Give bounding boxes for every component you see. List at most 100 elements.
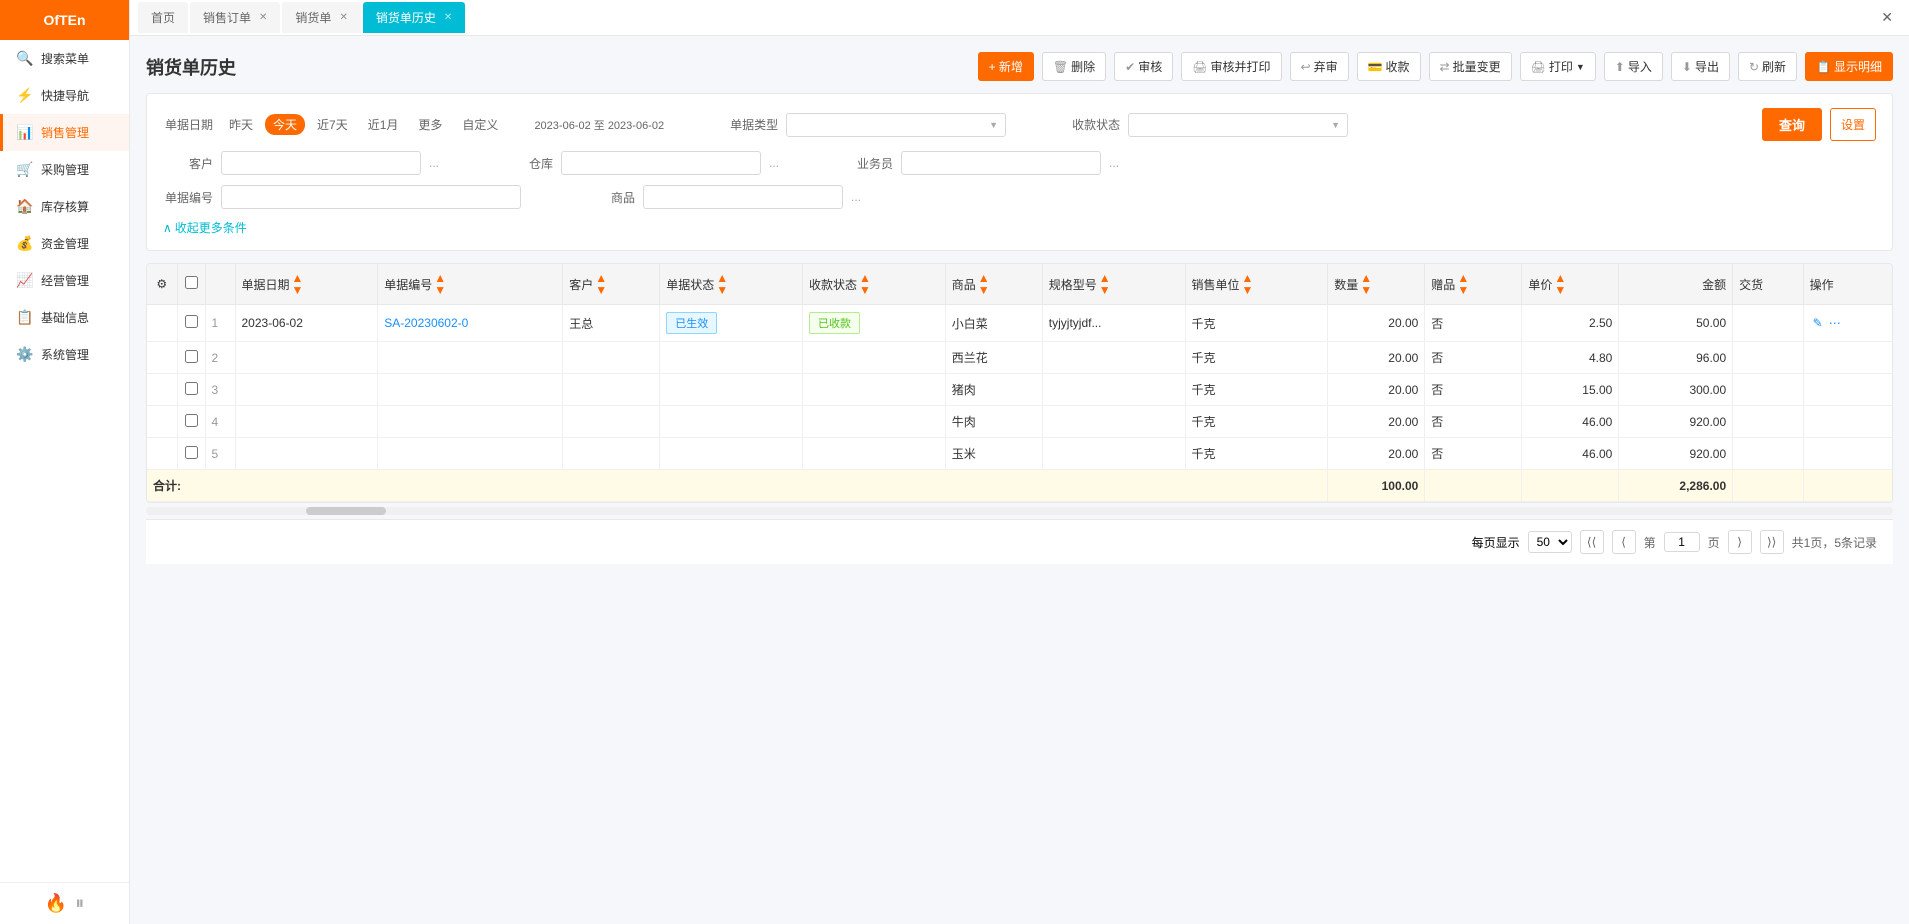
sort-arrows-sales-unit: ▲▼	[1242, 272, 1254, 296]
review-label: 审核	[1138, 58, 1162, 75]
sidebar-item-search-menu[interactable]: 🔍 搜索菜单	[0, 40, 129, 77]
date-tag-custom[interactable]: 自定义	[454, 114, 506, 135]
tab-sales-order[interactable]: 销售订单 ✕	[190, 2, 280, 33]
date-tag-1month[interactable]: 近1月	[360, 114, 407, 135]
row-check-col[interactable]	[177, 406, 205, 438]
review-button[interactable]: ✔ 审核	[1114, 52, 1173, 81]
query-button[interactable]: 查询	[1762, 108, 1822, 141]
tab-home[interactable]: 首页	[138, 2, 188, 33]
product-input[interactable]	[643, 185, 843, 209]
date-tag-7days[interactable]: 近7天	[309, 114, 356, 135]
col-payment-status[interactable]: 收款状态 ▲▼	[803, 264, 946, 305]
review-print-button[interactable]: 🖨 审核并打印	[1181, 52, 1281, 81]
tab-sales-order-close[interactable]: ✕	[259, 12, 267, 23]
row-transaction	[1733, 438, 1804, 470]
row-spec	[1042, 374, 1185, 406]
tab-sales-delivery-close[interactable]: ✕	[339, 12, 347, 23]
col-sales-unit[interactable]: 销售单位 ▲▼	[1185, 264, 1328, 305]
row-checkbox[interactable]	[185, 446, 198, 459]
col-quantity[interactable]: 数量 ▲▼	[1328, 264, 1425, 305]
customer-input[interactable]	[221, 151, 421, 175]
row-check-col[interactable]	[177, 342, 205, 374]
pagination-last-btn[interactable]: ⟩⟩	[1760, 530, 1784, 554]
tab-sales-history[interactable]: 销货单历史 ✕	[363, 2, 465, 33]
salesperson-input[interactable]	[901, 151, 1101, 175]
batch-change-button[interactable]: ⇄ 批量变更	[1429, 52, 1512, 81]
sidebar-item-label: 采购管理	[41, 161, 89, 178]
doc-type-select[interactable]	[786, 113, 1006, 137]
export-button[interactable]: ⬇ 导出	[1671, 52, 1730, 81]
sidebar-item-quick-nav[interactable]: ⚡ 快捷导航	[0, 77, 129, 114]
date-tag-today[interactable]: 今天	[265, 114, 305, 135]
per-page-select[interactable]: 50	[1528, 531, 1572, 553]
col-doc-no[interactable]: 单据编号 ▲▼	[378, 264, 563, 305]
row-product: 猪肉	[945, 374, 1042, 406]
col-check[interactable]	[177, 264, 205, 305]
pagination-first-btn[interactable]: ⟨⟨	[1580, 530, 1604, 554]
col-spec-label: 规格型号	[1049, 276, 1097, 293]
horizontal-scrollbar[interactable]	[146, 507, 1893, 515]
import-button[interactable]: ⬆ 导入	[1604, 52, 1663, 81]
payment-status-select[interactable]	[1128, 113, 1348, 137]
salesperson-dots[interactable]: ...	[1109, 156, 1119, 170]
product-dots[interactable]: ...	[851, 190, 861, 204]
col-doc-date[interactable]: 单据日期 ▲▼	[235, 264, 378, 305]
date-tag-more[interactable]: 更多	[410, 114, 450, 135]
scroll-bar-track[interactable]	[146, 507, 1893, 515]
sidebar-bottom-icon1[interactable]: 🔥	[45, 893, 67, 914]
pagination-prev-btn[interactable]: ⟨	[1612, 530, 1636, 554]
new-button[interactable]: + 新增	[978, 52, 1034, 81]
warehouse-dots[interactable]: ...	[769, 156, 779, 170]
select-all-checkbox[interactable]	[185, 276, 198, 289]
pagination-next-btn[interactable]: ⟩	[1728, 530, 1752, 554]
sidebar-bottom-icon2[interactable]: ⏸	[75, 893, 84, 914]
col-customer[interactable]: 客户 ▲▼	[563, 264, 660, 305]
sidebar-item-system-mgmt[interactable]: ⚙️ 系统管理	[0, 336, 129, 373]
row-checkbox[interactable]	[185, 382, 198, 395]
sidebar-item-purchase-mgmt[interactable]: 🛒 采购管理	[0, 151, 129, 188]
print-button[interactable]: 🖨 打印 ▼	[1520, 52, 1596, 81]
action-edit[interactable]: ✎	[1813, 316, 1823, 330]
col-settings[interactable]: ⚙	[147, 264, 177, 305]
tab-sales-delivery[interactable]: 销货单 ✕	[282, 2, 360, 33]
refresh-button[interactable]: ↻ 刷新	[1738, 52, 1797, 81]
delete-button[interactable]: 🗑 删除	[1042, 52, 1106, 81]
row-checkbox[interactable]	[185, 350, 198, 363]
tab-sales-history-close[interactable]: ✕	[444, 12, 452, 23]
collect-button[interactable]: 💳 收款	[1357, 52, 1421, 81]
sidebar-item-inventory[interactable]: 🏠 库存核算	[0, 188, 129, 225]
doc-number-input[interactable]	[221, 185, 521, 209]
sidebar-logo: OfTEn	[0, 0, 129, 40]
row-checkbox[interactable]	[185, 315, 198, 328]
sidebar-item-operations[interactable]: 📈 经营管理	[0, 262, 129, 299]
sidebar-item-sales-mgmt[interactable]: 📊 销售管理	[0, 114, 129, 151]
row-check-col[interactable]	[177, 374, 205, 406]
sidebar-item-basic-info[interactable]: 📋 基础信息	[0, 299, 129, 336]
sidebar-item-label: 基础信息	[41, 309, 89, 326]
sidebar-item-finance[interactable]: 💰 资金管理	[0, 225, 129, 262]
col-amount: 金额	[1619, 264, 1733, 305]
discard-button[interactable]: ↩ 弃审	[1290, 52, 1349, 81]
window-close-button[interactable]: ✕	[1873, 9, 1901, 26]
warehouse-input[interactable]	[561, 151, 761, 175]
customer-dots[interactable]: ...	[429, 156, 439, 170]
scroll-bar-thumb[interactable]	[306, 507, 386, 515]
col-unit-price[interactable]: 单价 ▲▼	[1522, 264, 1619, 305]
row-check-col[interactable]	[177, 305, 205, 342]
row-unit-price: 46.00	[1522, 406, 1619, 438]
col-product[interactable]: 商品 ▲▼	[945, 264, 1042, 305]
page-number-input[interactable]	[1664, 532, 1700, 552]
settings-button[interactable]: 设置	[1830, 108, 1876, 141]
page-info-label: 第	[1644, 534, 1656, 551]
row-check-col[interactable]	[177, 438, 205, 470]
show-details-label: 显示明细	[1834, 58, 1882, 75]
date-tag-yesterday[interactable]: 昨天	[221, 114, 261, 135]
col-gift[interactable]: 赠品 ▲▼	[1425, 264, 1522, 305]
row-checkbox[interactable]	[185, 414, 198, 427]
show-details-button[interactable]: 📋 显示明细	[1805, 52, 1893, 81]
col-spec[interactable]: 规格型号 ▲▼	[1042, 264, 1185, 305]
col-doc-status[interactable]: 单据状态 ▲▼	[660, 264, 803, 305]
collapse-button[interactable]: ∧ 收起更多条件	[163, 219, 1876, 236]
action-more[interactable]: ⋯	[1829, 316, 1841, 330]
doc-no-link[interactable]: SA-20230602-0	[384, 316, 468, 330]
